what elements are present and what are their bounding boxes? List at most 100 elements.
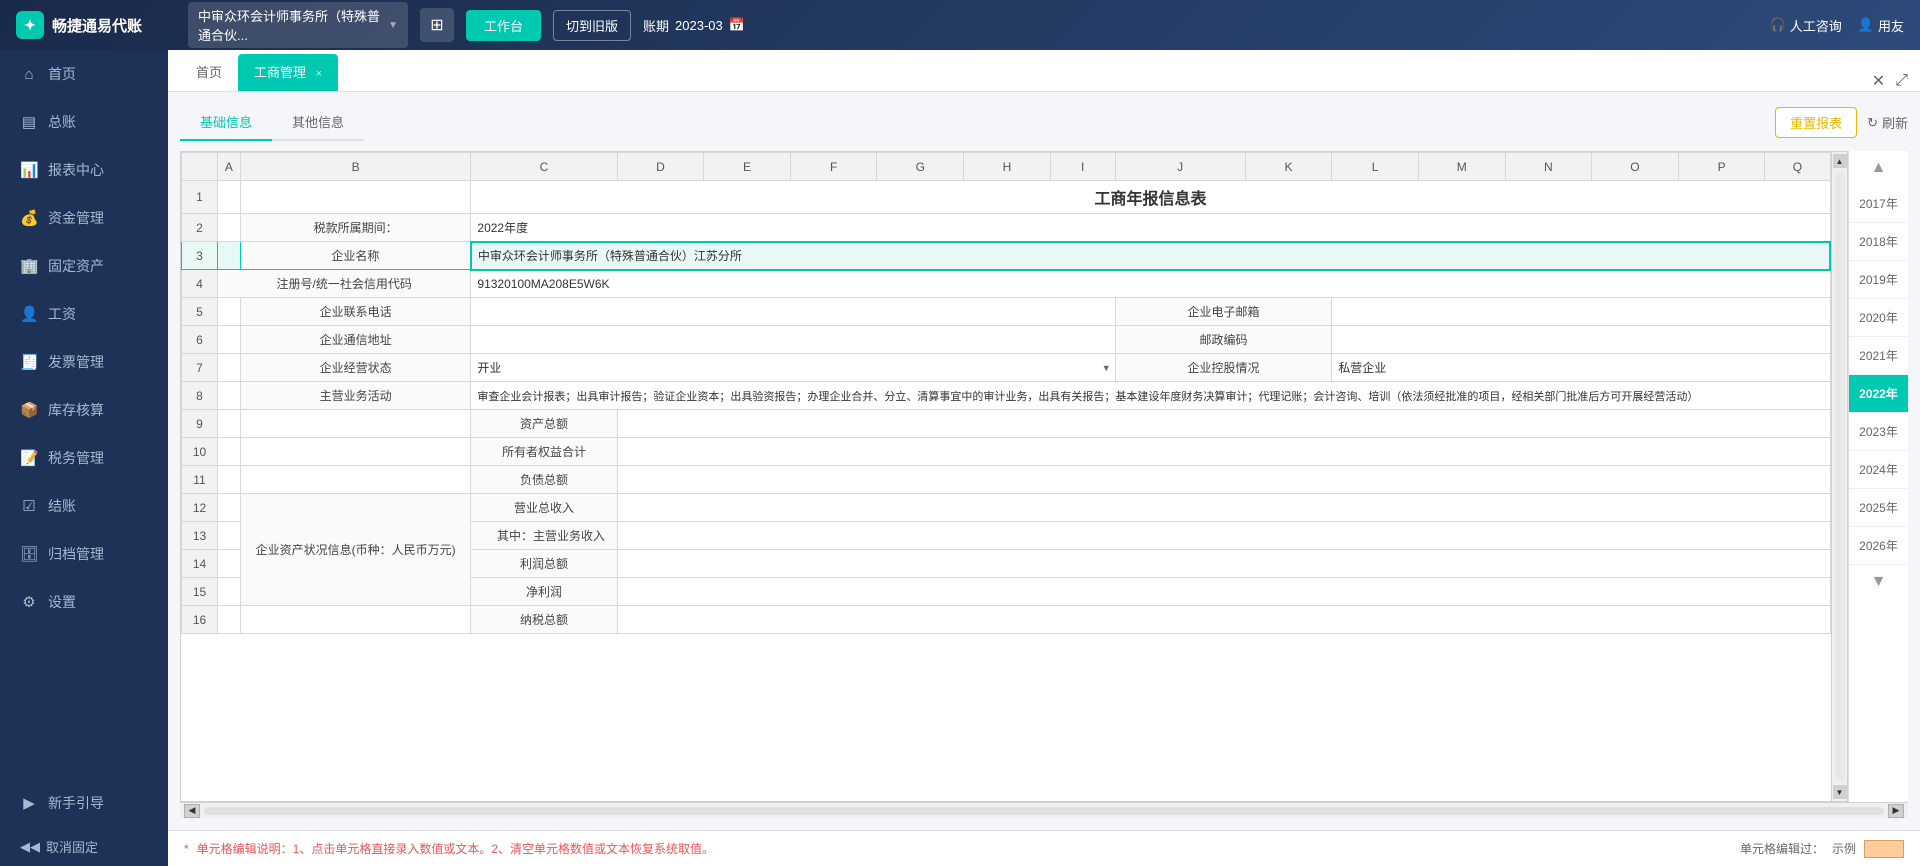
cell-6k-postal[interactable] bbox=[1332, 326, 1830, 354]
cell-16d-value[interactable] bbox=[617, 606, 1830, 634]
sidebar-item-fund-management[interactable]: 💰 资金管理 bbox=[0, 194, 168, 242]
fund-icon: 💰 bbox=[20, 209, 38, 227]
ai-consult[interactable]: 🎧 人工咨询 bbox=[1770, 16, 1842, 35]
sidebar-item-fixed-assets[interactable]: 🏢 固定资产 bbox=[0, 242, 168, 290]
sidebar-item-report-center[interactable]: 📊 报表中心 bbox=[0, 146, 168, 194]
sidebar-item-home[interactable]: ⌂ 首页 bbox=[0, 50, 168, 98]
table-row: 9 资产总额 bbox=[182, 410, 1831, 438]
year-item-2024[interactable]: 2024年 bbox=[1849, 451, 1908, 489]
sidebar-item-inventory[interactable]: 📦 库存核算 bbox=[0, 386, 168, 434]
user-icon: 👤 bbox=[1858, 17, 1874, 33]
cell-14d-value[interactable] bbox=[617, 550, 1830, 578]
cell-11d-value[interactable] bbox=[617, 466, 1830, 494]
row-num-11: 11 bbox=[182, 466, 218, 494]
panel-close-icon[interactable]: ✕ bbox=[1872, 71, 1885, 91]
sidebar-label-tax: 税务管理 bbox=[48, 448, 104, 468]
company-icon-btn[interactable]: ⊞ bbox=[420, 8, 454, 42]
sidebar-item-general-ledger[interactable]: ▤ 总账 bbox=[0, 98, 168, 146]
period-info: 账期 2023-03 📅 bbox=[643, 16, 745, 35]
cell-13d-value[interactable] bbox=[617, 522, 1830, 550]
calendar-icon[interactable]: 📅 bbox=[729, 17, 745, 33]
year-item-2022[interactable]: 2022年 bbox=[1849, 375, 1908, 413]
year-down-btn[interactable]: ▼ bbox=[1849, 565, 1908, 599]
cell-15d-value[interactable] bbox=[617, 578, 1830, 606]
user-area[interactable]: 👤 用友 bbox=[1858, 16, 1904, 35]
period-label: 账期 bbox=[643, 16, 669, 35]
year-item-2023[interactable]: 2023年 bbox=[1849, 413, 1908, 451]
cell-7c-status[interactable]: 开业 ▼ bbox=[471, 354, 1115, 382]
cell-2c[interactable]: 2022年度 bbox=[471, 214, 1830, 242]
cell-9a bbox=[218, 410, 241, 438]
sidebar-item-salary[interactable]: 👤 工资 bbox=[0, 290, 168, 338]
cell-6c-address[interactable] bbox=[471, 326, 1115, 354]
cell-11a bbox=[218, 466, 241, 494]
cell-12a bbox=[218, 494, 241, 522]
sidebar-item-settings[interactable]: ⚙ 设置 bbox=[0, 578, 168, 626]
cell-9b bbox=[240, 410, 471, 438]
sidebar-item-invoice[interactable]: 🧾 发票管理 bbox=[0, 338, 168, 386]
refresh-label: 刷新 bbox=[1882, 113, 1908, 132]
sidebar-item-archive[interactable]: 🗄 归档管理 bbox=[0, 530, 168, 578]
year-item-2017[interactable]: 2017年 bbox=[1849, 185, 1908, 223]
tab-business-management[interactable]: 工商管理 × bbox=[238, 54, 338, 91]
refresh-button[interactable]: ↻ 刷新 bbox=[1867, 113, 1908, 132]
sidebar-item-tax[interactable]: 📝 税务管理 bbox=[0, 434, 168, 482]
tab-home[interactable]: 首页 bbox=[180, 54, 238, 91]
cell-8a bbox=[218, 382, 241, 410]
reset-report-button[interactable]: 重置报表 bbox=[1775, 107, 1857, 138]
home-icon: ⌂ bbox=[20, 66, 38, 83]
company-selector[interactable]: 中审众环会计师事务所（特殊普通合伙... ▼ bbox=[188, 2, 408, 48]
horizontal-scrollbar[interactable]: ◀ ▶ bbox=[180, 802, 1908, 818]
table-row: 5 企业联系电话 企业电子邮箱 bbox=[182, 298, 1831, 326]
year-up-btn[interactable]: ▲ bbox=[1849, 151, 1908, 185]
vertical-scrollbar[interactable]: ▲ ▼ bbox=[1831, 152, 1847, 801]
sidebar-label-newbie: 新手引导 bbox=[48, 793, 104, 813]
scroll-down-btn[interactable]: ▼ bbox=[1833, 785, 1847, 799]
sidebar-item-newbie[interactable]: ▶ 新手引导 bbox=[0, 779, 168, 827]
year-item-2025[interactable]: 2025年 bbox=[1849, 489, 1908, 527]
panel-expand-icon[interactable]: ⤢ bbox=[1895, 72, 1908, 90]
col-header-a: A bbox=[218, 153, 241, 181]
cell-1b bbox=[240, 181, 471, 214]
cell-2a bbox=[218, 214, 241, 242]
scroll-right-btn[interactable]: ▶ bbox=[1888, 804, 1904, 818]
year-item-2026[interactable]: 2026年 bbox=[1849, 527, 1908, 565]
sample-cell bbox=[1864, 840, 1904, 858]
tab-close-icon[interactable]: × bbox=[316, 68, 322, 80]
year-item-2020[interactable]: 2020年 bbox=[1849, 299, 1908, 337]
cell-5c-phone[interactable] bbox=[471, 298, 1115, 326]
table-row: 8 主营业务活动 审查企业会计报表；出具审计报告；验证企业资本；出具验资报告；办… bbox=[182, 382, 1831, 410]
year-item-2019[interactable]: 2019年 bbox=[1849, 261, 1908, 299]
cell-3c[interactable]: 中审众环会计师事务所（特殊普通合伙）江苏分所 bbox=[471, 242, 1830, 270]
cancel-fixed-btn[interactable]: ◀◀ 取消固定 bbox=[0, 827, 168, 866]
sidebar-item-close[interactable]: ☑ 结账 bbox=[0, 482, 168, 530]
year-item-2021[interactable]: 2021年 bbox=[1849, 337, 1908, 375]
cell-5k-email[interactable] bbox=[1332, 298, 1830, 326]
top-header: ✦ 畅捷通易代账 中审众环会计师事务所（特殊普通合伙... ▼ ⊞ 工作台 切到… bbox=[0, 0, 1920, 50]
col-header-c: C bbox=[471, 153, 617, 181]
year-item-2018[interactable]: 2018年 bbox=[1849, 223, 1908, 261]
cell-4c[interactable]: 91320100MA208E5W6K bbox=[471, 270, 1830, 298]
workbench-button[interactable]: 工作台 bbox=[466, 10, 541, 41]
cell-15c-label: 净利润 bbox=[471, 578, 617, 606]
cell-8c-business[interactable]: 审查企业会计报表；出具审计报告；验证企业资本；出具验资报告；办理企业合并、分立、… bbox=[471, 382, 1830, 410]
cell-9d-value[interactable] bbox=[617, 410, 1830, 438]
content-area: 首页 工商管理 × ✕ ⤢ 基础信息 其他信息 bbox=[168, 50, 1920, 866]
spreadsheet-table: A B C D E F G H I J bbox=[181, 152, 1831, 634]
ai-consult-label: 人工咨询 bbox=[1790, 16, 1842, 35]
scroll-up-btn[interactable]: ▲ bbox=[1833, 154, 1847, 168]
sub-tab-other-info[interactable]: 其他信息 bbox=[272, 104, 364, 141]
sidebar-label-fund: 资金管理 bbox=[48, 208, 104, 228]
old-version-button[interactable]: 切到旧版 bbox=[553, 10, 631, 41]
spreadsheet-and-year: A B C D E F G H I J bbox=[180, 151, 1908, 802]
cell-10d-value[interactable] bbox=[617, 438, 1830, 466]
sub-tab-basic-info[interactable]: 基础信息 bbox=[180, 104, 272, 141]
row-num-7: 7 bbox=[182, 354, 218, 382]
cell-12d-value[interactable] bbox=[617, 494, 1830, 522]
cell-7k-holding[interactable]: 私营企业 bbox=[1332, 354, 1830, 382]
spreadsheet-container[interactable]: A B C D E F G H I J bbox=[181, 152, 1831, 801]
table-row: 2 税款所属期间： 2022年度 bbox=[182, 214, 1831, 242]
scroll-left-btn[interactable]: ◀ bbox=[184, 804, 200, 818]
scroll-track-horiz[interactable] bbox=[204, 807, 1884, 815]
col-header-k: K bbox=[1245, 153, 1332, 181]
